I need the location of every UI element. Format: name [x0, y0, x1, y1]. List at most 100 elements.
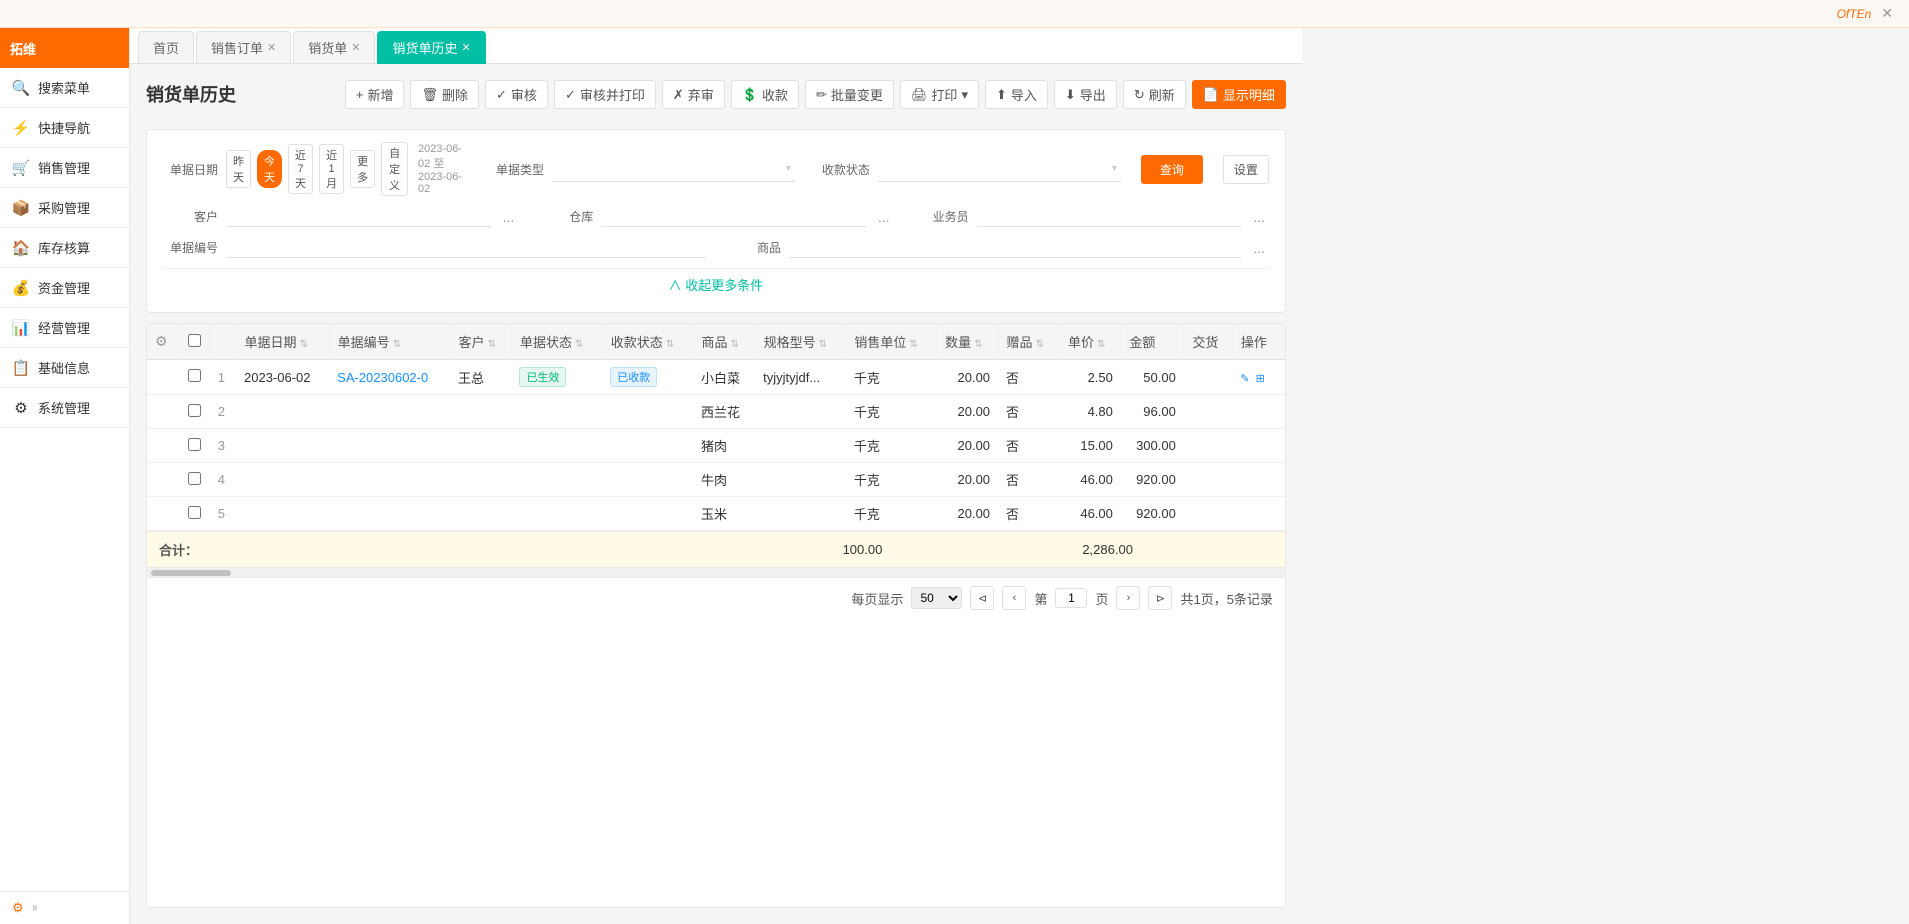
sidebar-item-sys-mgmt[interactable]: ⚙ 系统管理 [0, 388, 129, 428]
abandon-icon: ✗ [673, 87, 684, 103]
refresh-button[interactable]: ↻ 刷新 [1123, 80, 1186, 109]
tab-sales-order-close[interactable]: ✕ [267, 41, 276, 54]
col-doc-no[interactable]: 单据编号⇅ [329, 324, 450, 360]
col-customer[interactable]: 客户⇅ [450, 324, 511, 360]
date-btn-yesterday[interactable]: 昨天 [226, 150, 251, 188]
salesperson-field: 业务员 ... [914, 206, 1269, 227]
search-icon: 🔍 [12, 79, 30, 97]
doc-no-input[interactable] [226, 237, 706, 258]
collect-status-label: 收款状态 [815, 161, 870, 178]
col-goods[interactable]: 商品⇅ [693, 324, 755, 360]
row-checkbox[interactable] [188, 438, 201, 451]
sidebar-item-sales-mgmt[interactable]: 🛒 销售管理 [0, 148, 129, 188]
tab-sales-order[interactable]: 销售订单 ✕ [196, 31, 291, 63]
cell-doc-no [329, 429, 450, 463]
col-gear[interactable]: ⚙ [147, 324, 180, 360]
cell-spec [755, 463, 846, 497]
search-row-1: 单据日期 昨天 今天 近7天 近1月 更多 自定义 2023-06-02 至 2… [163, 142, 1269, 196]
select-all-checkbox[interactable] [188, 334, 201, 347]
row-checkbox[interactable] [188, 472, 201, 485]
col-gift[interactable]: 赠品⇅ [998, 324, 1059, 360]
horizontal-scrollbar[interactable] [147, 567, 1285, 577]
settings-search-button[interactable]: 设置 [1223, 155, 1269, 184]
sidebar-item-inventory[interactable]: 🏠 库存核算 [0, 228, 129, 268]
col-unit[interactable]: 销售单位⇅ [846, 324, 937, 360]
last-page-button[interactable]: ⊳ [1148, 586, 1172, 610]
action-删除[interactable]: ⊞ [1256, 373, 1265, 385]
collapse-button[interactable]: ∧ 收起更多条件 [163, 268, 1269, 300]
tab-sales-goods-close[interactable]: ✕ [351, 41, 360, 54]
tab-sales-goods[interactable]: 销货单 ✕ [293, 31, 375, 63]
col-spec[interactable]: 规格型号⇅ [755, 324, 846, 360]
col-doc-date[interactable]: 单据日期⇅ [236, 324, 329, 360]
customer-input[interactable] [226, 206, 491, 227]
collapse-sidebar-icon[interactable]: ⏸ [32, 900, 39, 916]
col-doc-status[interactable]: 单据状态⇅ [511, 324, 602, 360]
sidebar-item-finance[interactable]: 💰 资金管理 [0, 268, 129, 308]
date-btn-custom[interactable]: 自定义 [381, 142, 408, 196]
collect-status-select[interactable]: ▾ [878, 156, 1121, 182]
collect-button[interactable]: 💲 收款 [731, 80, 799, 109]
doc-no-field: 单据编号 [163, 237, 706, 258]
print-button[interactable]: 🖨 打印 ▾ [900, 80, 979, 109]
date-btn-7days[interactable]: 近7天 [288, 144, 313, 194]
query-button[interactable]: 查询 [1141, 155, 1203, 184]
row-checkbox[interactable] [188, 404, 201, 417]
prev-page-button[interactable]: ‹ [1002, 586, 1026, 610]
abandon-button[interactable]: ✗ 弃审 [662, 80, 725, 109]
sidebar-item-search-menu[interactable]: 🔍 搜索菜单 [0, 68, 129, 108]
sidebar-item-operations[interactable]: 📊 经营管理 [0, 308, 129, 348]
add-button[interactable]: + 新增 [345, 80, 405, 109]
date-btn-1month[interactable]: 近1月 [319, 144, 344, 194]
search-row-3: 单据编号 商品 ... [163, 237, 1269, 258]
goods-input[interactable] [789, 237, 1241, 258]
page-number-input[interactable]: 1 [1055, 588, 1087, 608]
sidebar-item-base-info[interactable]: 📋 基础信息 [0, 348, 129, 388]
first-page-button[interactable]: ⊲ [970, 586, 994, 610]
settings-icon[interactable]: ⚙ [12, 900, 24, 916]
warehouse-ellipsis-btn[interactable]: ... [874, 209, 894, 225]
date-btn-more[interactable]: 更多 [350, 150, 375, 188]
salesperson-label: 业务员 [914, 208, 969, 225]
col-collect-status[interactable]: 收款状态⇅ [602, 324, 693, 360]
doc-type-select[interactable]: ▾ [552, 156, 795, 182]
action-编辑[interactable]: ✎ [1240, 373, 1249, 385]
col-row-num [210, 324, 236, 360]
doc-no-link[interactable]: SA-20230602-0 [337, 370, 428, 385]
goods-ellipsis-btn[interactable]: ... [1249, 240, 1269, 256]
sidebar-item-purchase-mgmt[interactable]: 📦 采购管理 [0, 188, 129, 228]
export-button[interactable]: ⬇ 导出 [1054, 80, 1117, 109]
batch-change-button[interactable]: ✏ 批量变更 [805, 80, 894, 109]
tab-sales-history[interactable]: 销货单历史 ✕ [377, 31, 485, 64]
cell-doc-status: 已生效 [511, 360, 602, 395]
delete-button[interactable]: 🗑 删除 [410, 80, 479, 109]
table-row: 2 西兰花 千克 20.00 否 4.80 96.00 [147, 395, 1285, 429]
audit-print-button[interactable]: ✓ 审核并打印 [554, 80, 656, 109]
table-gear-icon[interactable]: ⚙ [155, 333, 168, 349]
import-button[interactable]: ⬆ 导入 [985, 80, 1048, 109]
page-size-select[interactable]: 50 100 200 [911, 587, 962, 609]
sidebar-item-quick-nav[interactable]: ⚡ 快捷导航 [0, 108, 129, 148]
cell-doc-date [236, 463, 329, 497]
warehouse-input[interactable] [601, 206, 866, 227]
show-detail-button[interactable]: 📄 显示明细 [1192, 80, 1286, 109]
tab-sales-history-close[interactable]: ✕ [462, 41, 471, 54]
next-page-button[interactable]: › [1116, 586, 1140, 610]
row-checkbox[interactable] [188, 369, 201, 382]
cell-action [1232, 497, 1285, 531]
page-label: 第 [1034, 589, 1047, 608]
sidebar-item-label: 采购管理 [38, 198, 90, 217]
salesperson-ellipsis-btn[interactable]: ... [1249, 209, 1269, 225]
col-price[interactable]: 单价⇅ [1059, 324, 1120, 360]
row-checkbox[interactable] [188, 506, 201, 519]
customer-ellipsis-btn[interactable]: ... [499, 209, 519, 225]
customer-label: 客户 [163, 208, 218, 225]
close-icon[interactable]: ✕ [1881, 5, 1893, 22]
scrollbar-thumb[interactable] [151, 570, 231, 576]
date-btn-today[interactable]: 今天 [257, 150, 282, 188]
batch-change-icon: ✏ [816, 87, 827, 103]
salesperson-input[interactable] [977, 206, 1242, 227]
audit-button[interactable]: ✓ 审核 [485, 80, 548, 109]
tab-home[interactable]: 首页 [138, 31, 194, 63]
col-qty[interactable]: 数量⇅ [937, 324, 998, 360]
